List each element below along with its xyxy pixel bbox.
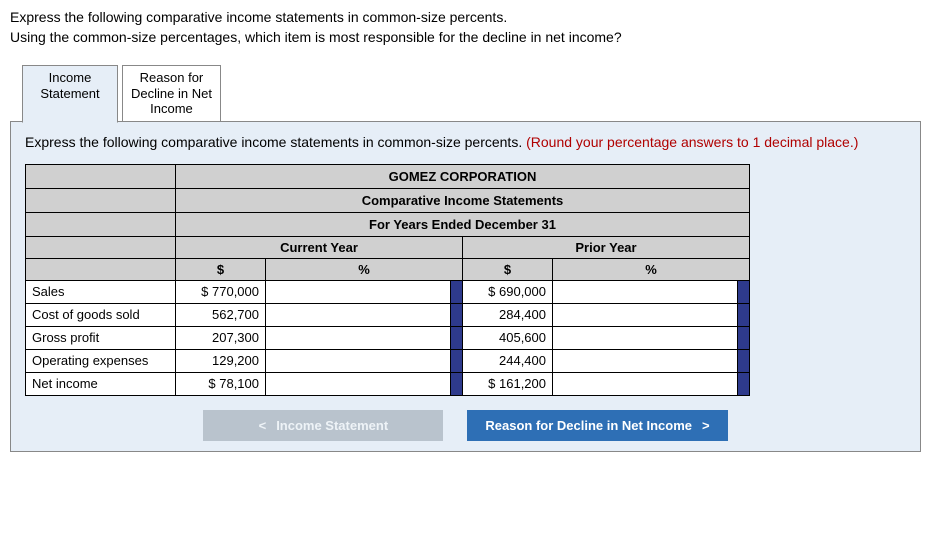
amount-prior: 284,400 <box>463 303 553 326</box>
amount-current: 562,700 <box>176 303 266 326</box>
cell-handle-icon[interactable] <box>737 281 749 303</box>
chevron-right-icon: > <box>702 418 710 433</box>
row-label: Cost of goods sold <box>26 303 176 326</box>
row-label: Sales <box>26 280 176 303</box>
table-row: Operating expenses 129,200 244,400 <box>26 349 750 372</box>
amount-current: 129,200 <box>176 349 266 372</box>
percent-current-input[interactable] <box>266 373 450 395</box>
tab-reason-decline[interactable]: Reason for Decline in Net Income <box>122 65 221 122</box>
percent-prior-input[interactable] <box>553 281 737 303</box>
stub-cell <box>26 212 176 236</box>
row-label: Gross profit <box>26 326 176 349</box>
stub-cell <box>26 188 176 212</box>
prev-button[interactable]: < Income Statement <box>203 410 443 441</box>
next-button-label: Reason for Decline in Net Income <box>485 418 692 433</box>
col-prior-year: Prior Year <box>463 236 750 258</box>
amount-prior: 405,600 <box>463 326 553 349</box>
amount-prior: $ 690,000 <box>463 280 553 303</box>
amount-prior: $ 161,200 <box>463 372 553 395</box>
percent-prior-input[interactable] <box>553 304 737 326</box>
tab-label: Reason for <box>140 70 204 85</box>
table-row: Net income $ 78,100 $ 161,200 <box>26 372 750 395</box>
cell-handle-icon[interactable] <box>450 304 462 326</box>
row-label: Operating expenses <box>26 349 176 372</box>
cell-handle-icon[interactable] <box>450 281 462 303</box>
percent-current-input[interactable] <box>266 350 450 372</box>
company-title: GOMEZ CORPORATION <box>176 164 750 188</box>
percent-prior-cell <box>553 280 750 303</box>
tab-label: Income <box>150 101 193 116</box>
tab-bar: Income Statement Reason for Decline in N… <box>22 65 921 122</box>
stub-cell <box>26 236 176 258</box>
percent-prior-input[interactable] <box>553 350 737 372</box>
table-row: Gross profit 207,300 405,600 <box>26 326 750 349</box>
col-dollar: $ <box>463 258 553 280</box>
stub-cell <box>26 258 176 280</box>
cell-handle-icon[interactable] <box>450 373 462 395</box>
income-statement-sheet: GOMEZ CORPORATION Comparative Income Sta… <box>25 164 750 396</box>
percent-prior-input[interactable] <box>553 373 737 395</box>
cell-handle-icon[interactable] <box>450 350 462 372</box>
nav-buttons: < Income Statement Reason for Decline in… <box>11 410 920 441</box>
income-statement-table: GOMEZ CORPORATION Comparative Income Sta… <box>25 164 750 396</box>
amount-current: $ 78,100 <box>176 372 266 395</box>
cell-handle-icon[interactable] <box>737 327 749 349</box>
question-line1: Express the following comparative income… <box>10 9 507 25</box>
cell-handle-icon[interactable] <box>450 327 462 349</box>
table-row: Cost of goods sold 562,700 284,400 <box>26 303 750 326</box>
instruction-rounding: (Round your percentage answers to 1 deci… <box>526 134 858 150</box>
cell-handle-icon[interactable] <box>737 304 749 326</box>
stub-cell <box>26 164 176 188</box>
tab-label: Statement <box>40 86 99 101</box>
chevron-left-icon: < <box>259 418 267 433</box>
question-line2: Using the common-size percentages, which… <box>10 29 622 45</box>
next-button[interactable]: Reason for Decline in Net Income > <box>467 410 727 441</box>
tab-label: Income <box>49 70 92 85</box>
prev-button-label: Income Statement <box>276 418 388 433</box>
cell-handle-icon[interactable] <box>737 373 749 395</box>
percent-current-input[interactable] <box>266 304 450 326</box>
amount-current: 207,300 <box>176 326 266 349</box>
col-percent: % <box>266 258 463 280</box>
question-text: Express the following comparative income… <box>10 8 921 47</box>
table-row: Sales $ 770,000 $ 690,000 <box>26 280 750 303</box>
statement-subtitle: Comparative Income Statements <box>176 188 750 212</box>
col-percent: % <box>553 258 750 280</box>
percent-prior-input[interactable] <box>553 327 737 349</box>
tab-income-statement[interactable]: Income Statement <box>22 65 118 123</box>
col-dollar: $ <box>176 258 266 280</box>
amount-current: $ 770,000 <box>176 280 266 303</box>
cell-handle-icon[interactable] <box>737 350 749 372</box>
percent-current-input[interactable] <box>266 281 450 303</box>
tab-label: Decline in Net <box>131 86 212 101</box>
statement-period: For Years Ended December 31 <box>176 212 750 236</box>
instruction-main: Express the following comparative income… <box>25 134 526 150</box>
worksheet-panel: Express the following comparative income… <box>10 121 921 452</box>
instruction-text: Express the following comparative income… <box>25 134 906 150</box>
amount-prior: 244,400 <box>463 349 553 372</box>
percent-current-input[interactable] <box>266 327 450 349</box>
row-label: Net income <box>26 372 176 395</box>
col-current-year: Current Year <box>176 236 463 258</box>
percent-current-cell <box>266 280 463 303</box>
